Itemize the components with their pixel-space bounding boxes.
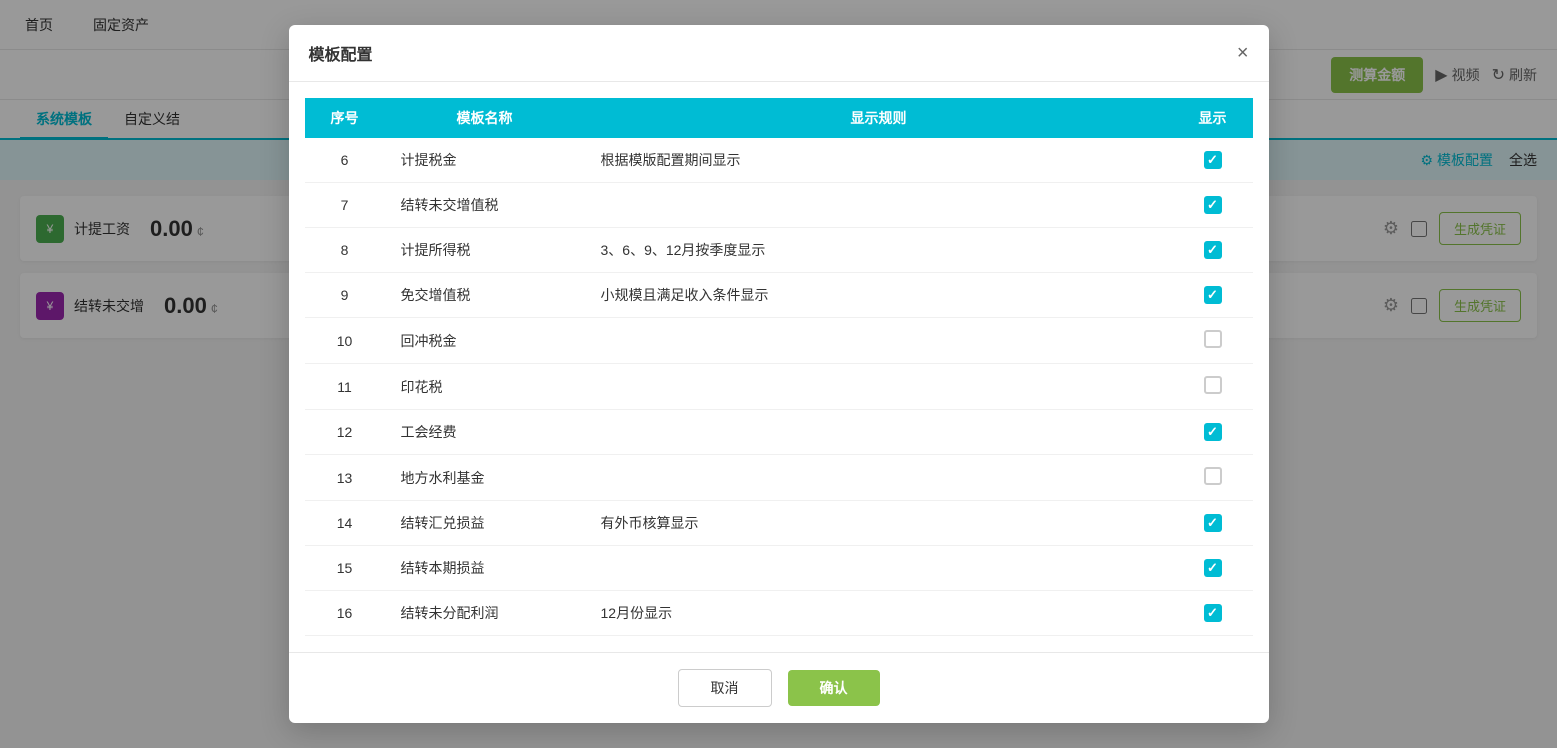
col-header-display: 显示 <box>1173 98 1253 138</box>
checkbox-row-10[interactable] <box>1204 330 1222 348</box>
modal-title: 模板配置 <box>309 41 373 65</box>
cell-rule: 3、6、9、12月按季度显示 <box>585 228 1173 273</box>
config-table: 序号 模板名称 显示规则 显示 6计提税金根据模版配置期间显示7结转未交增值税8… <box>305 98 1253 636</box>
modal-overlay: 模板配置 × 序号 模板名称 显示规则 显示 6计提税金根据模版配置期间显示7结… <box>0 0 1557 748</box>
cell-id: 9 <box>305 273 385 318</box>
table-row: 14结转汇兑损益有外币核算显示 <box>305 501 1253 546</box>
checkbox-row-15[interactable] <box>1204 559 1222 577</box>
modal-footer: 取消 确认 <box>289 652 1269 723</box>
cell-rule: 12月份显示 <box>585 591 1173 636</box>
checkbox-row-8[interactable] <box>1204 241 1222 259</box>
table-row: 10回冲税金 <box>305 318 1253 364</box>
cell-id: 10 <box>305 318 385 364</box>
cell-id: 15 <box>305 546 385 591</box>
cell-rule: 根据模版配置期间显示 <box>585 138 1173 183</box>
modal-close-button[interactable]: × <box>1237 43 1249 63</box>
cell-id: 12 <box>305 410 385 455</box>
cell-rule <box>585 364 1173 410</box>
cell-checkbox[interactable] <box>1173 591 1253 636</box>
cell-rule: 小规模且满足收入条件显示 <box>585 273 1173 318</box>
table-row: 12工会经费 <box>305 410 1253 455</box>
cell-rule <box>585 318 1173 364</box>
checkbox-row-13[interactable] <box>1204 467 1222 485</box>
cell-id: 13 <box>305 455 385 501</box>
checkbox-row-11[interactable] <box>1204 376 1222 394</box>
cell-name: 地方水利基金 <box>385 455 585 501</box>
table-row: 16结转未分配利润12月份显示 <box>305 591 1253 636</box>
checkbox-row-14[interactable] <box>1204 514 1222 532</box>
table-row: 7结转未交增值税 <box>305 183 1253 228</box>
cell-checkbox[interactable] <box>1173 183 1253 228</box>
checkbox-row-12[interactable] <box>1204 423 1222 441</box>
confirm-button[interactable]: 确认 <box>788 670 880 706</box>
cell-name: 工会经费 <box>385 410 585 455</box>
cell-checkbox[interactable] <box>1173 138 1253 183</box>
checkbox-row-9[interactable] <box>1204 286 1222 304</box>
cell-rule: 有外币核算显示 <box>585 501 1173 546</box>
table-row: 15结转本期损益 <box>305 546 1253 591</box>
cell-name: 计提所得税 <box>385 228 585 273</box>
cell-name: 印花税 <box>385 364 585 410</box>
cell-id: 14 <box>305 501 385 546</box>
cell-name: 免交增值税 <box>385 273 585 318</box>
cell-checkbox[interactable] <box>1173 318 1253 364</box>
checkbox-row-16[interactable] <box>1204 604 1222 622</box>
cell-name: 结转汇兑损益 <box>385 501 585 546</box>
col-header-rule: 显示规则 <box>585 98 1173 138</box>
cell-name: 结转本期损益 <box>385 546 585 591</box>
col-header-id: 序号 <box>305 98 385 138</box>
cell-rule <box>585 546 1173 591</box>
table-row: 11印花税 <box>305 364 1253 410</box>
cell-rule <box>585 410 1173 455</box>
cell-checkbox[interactable] <box>1173 410 1253 455</box>
modal-header: 模板配置 × <box>289 25 1269 82</box>
modal-body: 序号 模板名称 显示规则 显示 6计提税金根据模版配置期间显示7结转未交增值税8… <box>289 82 1269 652</box>
table-row: 6计提税金根据模版配置期间显示 <box>305 138 1253 183</box>
table-row: 8计提所得税3、6、9、12月按季度显示 <box>305 228 1253 273</box>
cell-checkbox[interactable] <box>1173 273 1253 318</box>
cell-checkbox[interactable] <box>1173 364 1253 410</box>
cell-id: 6 <box>305 138 385 183</box>
table-row: 9免交增值税小规模且满足收入条件显示 <box>305 273 1253 318</box>
cell-id: 16 <box>305 591 385 636</box>
cell-id: 8 <box>305 228 385 273</box>
cell-name: 计提税金 <box>385 138 585 183</box>
checkbox-row-7[interactable] <box>1204 196 1222 214</box>
cell-checkbox[interactable] <box>1173 455 1253 501</box>
cell-checkbox[interactable] <box>1173 228 1253 273</box>
cell-name: 结转未交增值税 <box>385 183 585 228</box>
cell-name: 结转未分配利润 <box>385 591 585 636</box>
cell-checkbox[interactable] <box>1173 546 1253 591</box>
cell-id: 7 <box>305 183 385 228</box>
col-header-name: 模板名称 <box>385 98 585 138</box>
cell-name: 回冲税金 <box>385 318 585 364</box>
cell-rule <box>585 183 1173 228</box>
template-config-modal: 模板配置 × 序号 模板名称 显示规则 显示 6计提税金根据模版配置期间显示7结… <box>289 25 1269 723</box>
cell-rule <box>585 455 1173 501</box>
cell-checkbox[interactable] <box>1173 501 1253 546</box>
cell-id: 11 <box>305 364 385 410</box>
table-row: 13地方水利基金 <box>305 455 1253 501</box>
checkbox-row-6[interactable] <box>1204 151 1222 169</box>
cancel-button[interactable]: 取消 <box>678 669 772 707</box>
